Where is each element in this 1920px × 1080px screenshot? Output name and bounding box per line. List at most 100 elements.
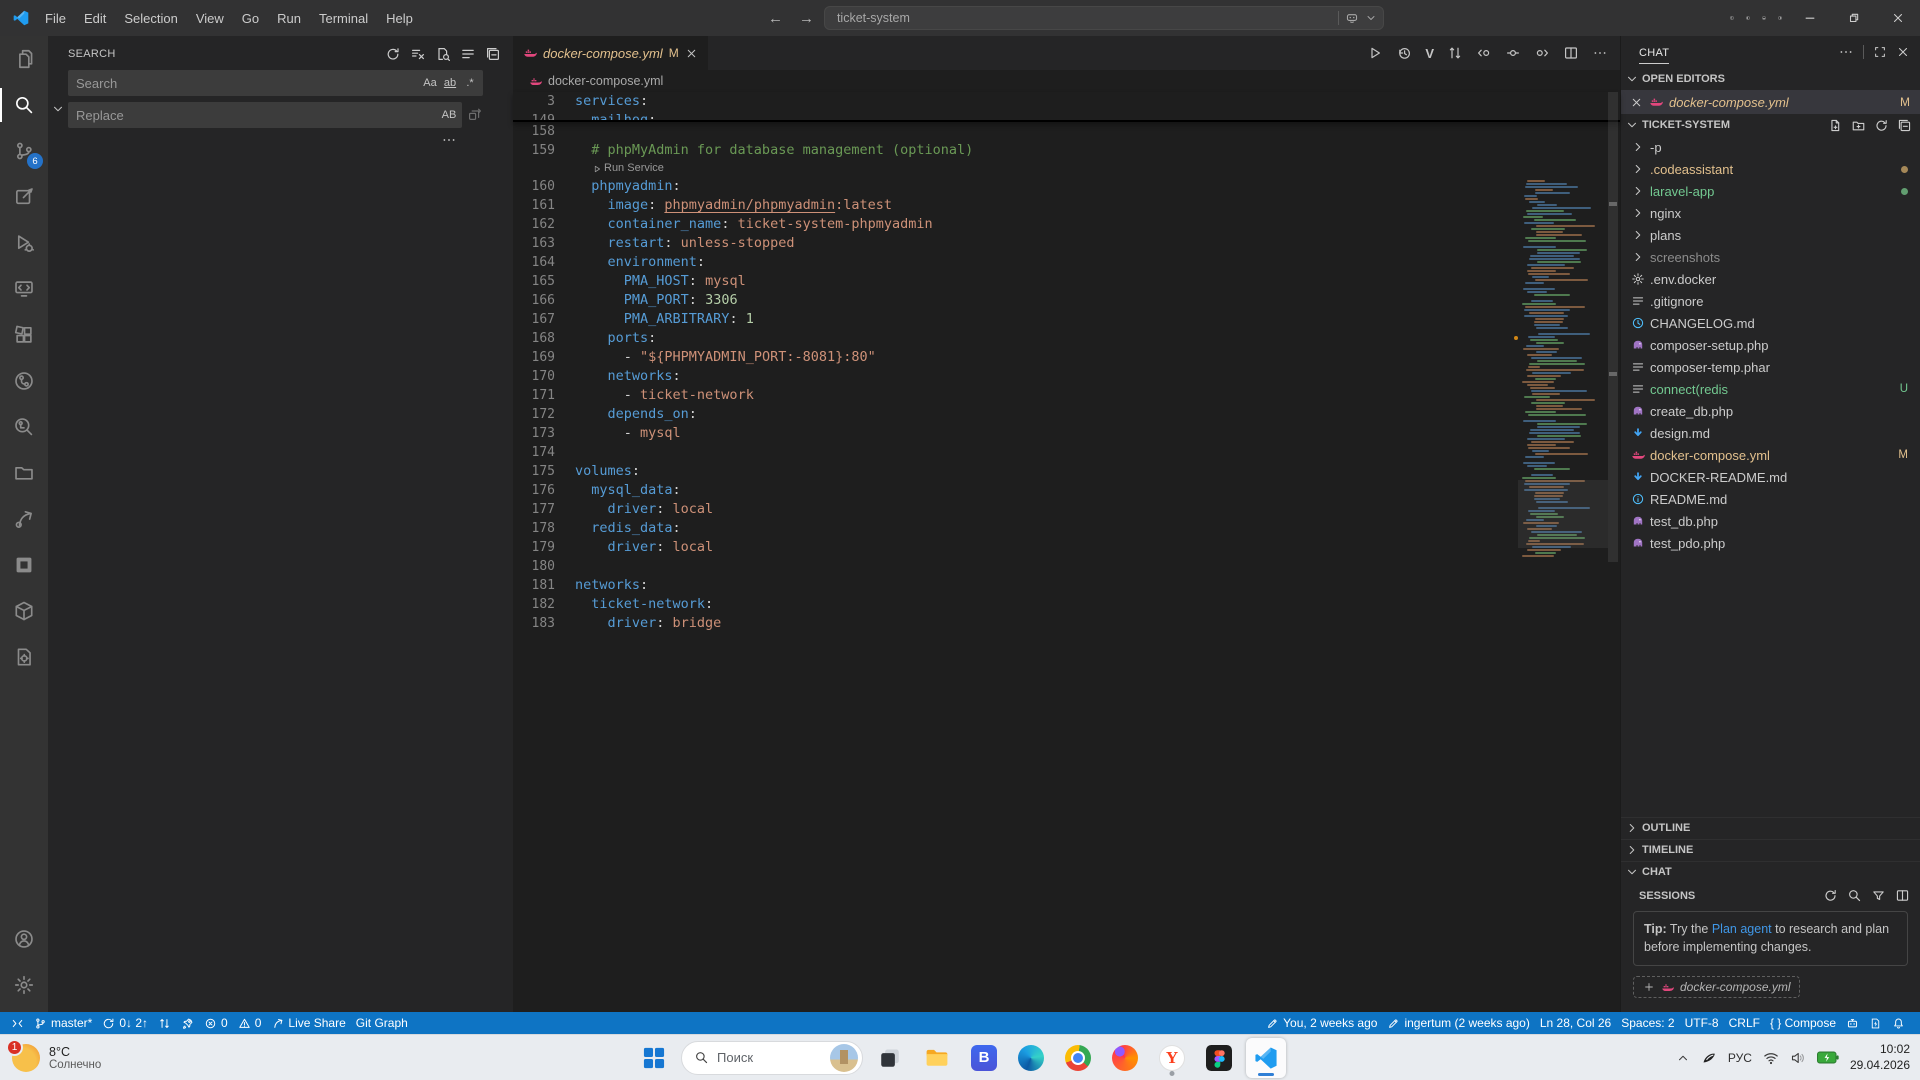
clear-results-icon[interactable]: [410, 46, 426, 62]
tree-item[interactable]: plans: [1621, 224, 1920, 246]
search-input[interactable]: Search Aa ab .*: [68, 70, 483, 96]
editor-scrollbar[interactable]: [1606, 92, 1620, 1012]
search-sessions-icon[interactable]: [1847, 888, 1862, 903]
filter-icon[interactable]: [1871, 888, 1886, 903]
activity-run-and-debug[interactable]: [0, 220, 48, 266]
code-area[interactable]: 158 159 # phpMyAdmin for database managem…: [513, 122, 1620, 1012]
status-encoding[interactable]: UTF-8: [1680, 1012, 1724, 1034]
change-icon[interactable]: [1505, 45, 1521, 61]
menu-help[interactable]: Help: [377, 7, 422, 30]
tree-item[interactable]: screenshots: [1621, 246, 1920, 268]
activity-search[interactable]: [0, 82, 48, 128]
replace-all-icon[interactable]: [467, 107, 483, 123]
customize-layout-icon[interactable]: [1724, 10, 1740, 26]
tray-app-icon[interactable]: [1701, 1050, 1717, 1066]
restore-button[interactable]: [1832, 0, 1876, 36]
status-remote-indicator[interactable]: [6, 1012, 29, 1034]
sidebar-view-title[interactable]: CHAT: [1639, 41, 1670, 64]
wifi-icon[interactable]: [1763, 1050, 1779, 1066]
status-notifications[interactable]: [1887, 1012, 1910, 1034]
tab-docker-compose[interactable]: docker-compose.yml M: [513, 36, 708, 70]
status-rocket[interactable]: [176, 1012, 199, 1034]
status-cursor-position[interactable]: Ln 28, Col 26: [1535, 1012, 1616, 1034]
menu-terminal[interactable]: Terminal: [310, 7, 377, 30]
match-case-icon[interactable]: Aa: [420, 73, 440, 93]
split-view-icon[interactable]: [1895, 888, 1910, 903]
history-icon[interactable]: [1396, 45, 1412, 61]
outline-section[interactable]: OUTLINE: [1621, 816, 1920, 839]
taskbar-search[interactable]: Поиск: [681, 1040, 863, 1075]
close-button[interactable]: [1876, 0, 1920, 36]
chrome-button[interactable]: [1058, 1038, 1098, 1078]
toggle-primary-sidebar-icon[interactable]: [1740, 10, 1756, 26]
status-git-graph[interactable]: Git Graph: [351, 1012, 413, 1034]
status-git-branch[interactable]: master*: [29, 1012, 97, 1034]
battery-icon[interactable]: [1816, 1051, 1839, 1064]
tree-item[interactable]: README.md: [1621, 488, 1920, 510]
toggle-replace-icon[interactable]: [51, 102, 65, 116]
activity-live-share[interactable]: [0, 496, 48, 542]
activity-remote-explorer[interactable]: [0, 266, 48, 312]
close-panel-icon[interactable]: [1896, 45, 1910, 59]
prev-change-icon[interactable]: [1476, 45, 1492, 61]
tree-item[interactable]: CHANGELOG.md: [1621, 312, 1920, 334]
tree-item[interactable]: .env.docker: [1621, 268, 1920, 290]
status-git-sync[interactable]: 0↓ 2↑: [97, 1012, 153, 1034]
chevron-down-icon[interactable]: [1365, 12, 1377, 24]
language-indicator[interactable]: РУС: [1728, 1051, 1752, 1065]
tree-item[interactable]: -p: [1621, 136, 1920, 158]
split-icon[interactable]: [1563, 45, 1579, 61]
tree-item[interactable]: DOCKER-README.md: [1621, 466, 1920, 488]
explorer-header[interactable]: TICKET-SYSTEM: [1621, 114, 1920, 136]
weather-widget[interactable]: 1 8°C Солнечно: [6, 1038, 101, 1072]
status-blame-author[interactable]: ingertum (2 weeks ago): [1382, 1012, 1534, 1034]
refresh-explorer-icon[interactable]: [1874, 118, 1889, 133]
tree-item[interactable]: design.md: [1621, 422, 1920, 444]
clock[interactable]: 10:02 29.04.2026: [1850, 1042, 1910, 1073]
status-warnings[interactable]: 0: [233, 1012, 267, 1034]
run-icon[interactable]: [1367, 45, 1383, 61]
activity-project-manager[interactable]: [0, 450, 48, 496]
new-file-icon[interactable]: [1828, 118, 1843, 133]
minimize-button[interactable]: [1788, 0, 1832, 36]
start-button[interactable]: [634, 1038, 674, 1078]
toggle-secondary-sidebar-icon[interactable]: [1772, 10, 1788, 26]
maximize-panel-icon[interactable]: [1873, 45, 1887, 59]
menu-go[interactable]: Go: [233, 7, 268, 30]
refresh-sessions-icon[interactable]: [1823, 888, 1838, 903]
next-change-icon[interactable]: [1534, 45, 1550, 61]
toggle-search-details-icon[interactable]: [441, 132, 457, 148]
more-icon[interactable]: [1592, 45, 1608, 61]
tree-item[interactable]: nginx: [1621, 202, 1920, 224]
tree-item[interactable]: composer-temp.phar: [1621, 356, 1920, 378]
tree-item[interactable]: test_pdo.php: [1621, 532, 1920, 554]
vscode-button[interactable]: [1246, 1037, 1286, 1078]
edge-button[interactable]: [1011, 1038, 1051, 1078]
status-blame-you[interactable]: You, 2 weeks ago: [1261, 1012, 1382, 1034]
menu-file[interactable]: File: [36, 7, 75, 30]
status-power[interactable]: [1864, 1012, 1887, 1034]
timeline-section[interactable]: TIMELINE: [1621, 838, 1920, 861]
status-language-mode[interactable]: { } Compose: [1765, 1012, 1841, 1034]
plan-agent-link[interactable]: Plan agent: [1712, 922, 1772, 936]
activity-explorer[interactable]: [0, 36, 48, 82]
codelens-run-service[interactable]: Run Service: [575, 159, 664, 178]
minimap-slider[interactable]: [1518, 480, 1608, 548]
activity-notebook[interactable]: [0, 174, 48, 220]
task-view-button[interactable]: [870, 1038, 910, 1078]
refresh-icon[interactable]: [385, 46, 401, 62]
figma-button[interactable]: [1199, 1038, 1239, 1078]
chat-section[interactable]: CHAT: [1621, 860, 1920, 883]
tree-item[interactable]: .gitignore: [1621, 290, 1920, 312]
activity-project-config[interactable]: [0, 634, 48, 680]
activity-accounts[interactable]: [0, 916, 48, 962]
hidden-icons-chevron[interactable]: [1676, 1051, 1690, 1065]
activity-extensions[interactable]: [0, 312, 48, 358]
new-search-editor-icon[interactable]: [435, 46, 451, 62]
status-copilot[interactable]: [1841, 1012, 1864, 1034]
activity-gitlens[interactable]: [0, 358, 48, 404]
whole-word-icon[interactable]: ab: [440, 73, 460, 93]
volume-icon[interactable]: [1790, 1050, 1806, 1066]
firefox-button[interactable]: [1105, 1038, 1145, 1078]
menu-selection[interactable]: Selection: [115, 7, 186, 30]
